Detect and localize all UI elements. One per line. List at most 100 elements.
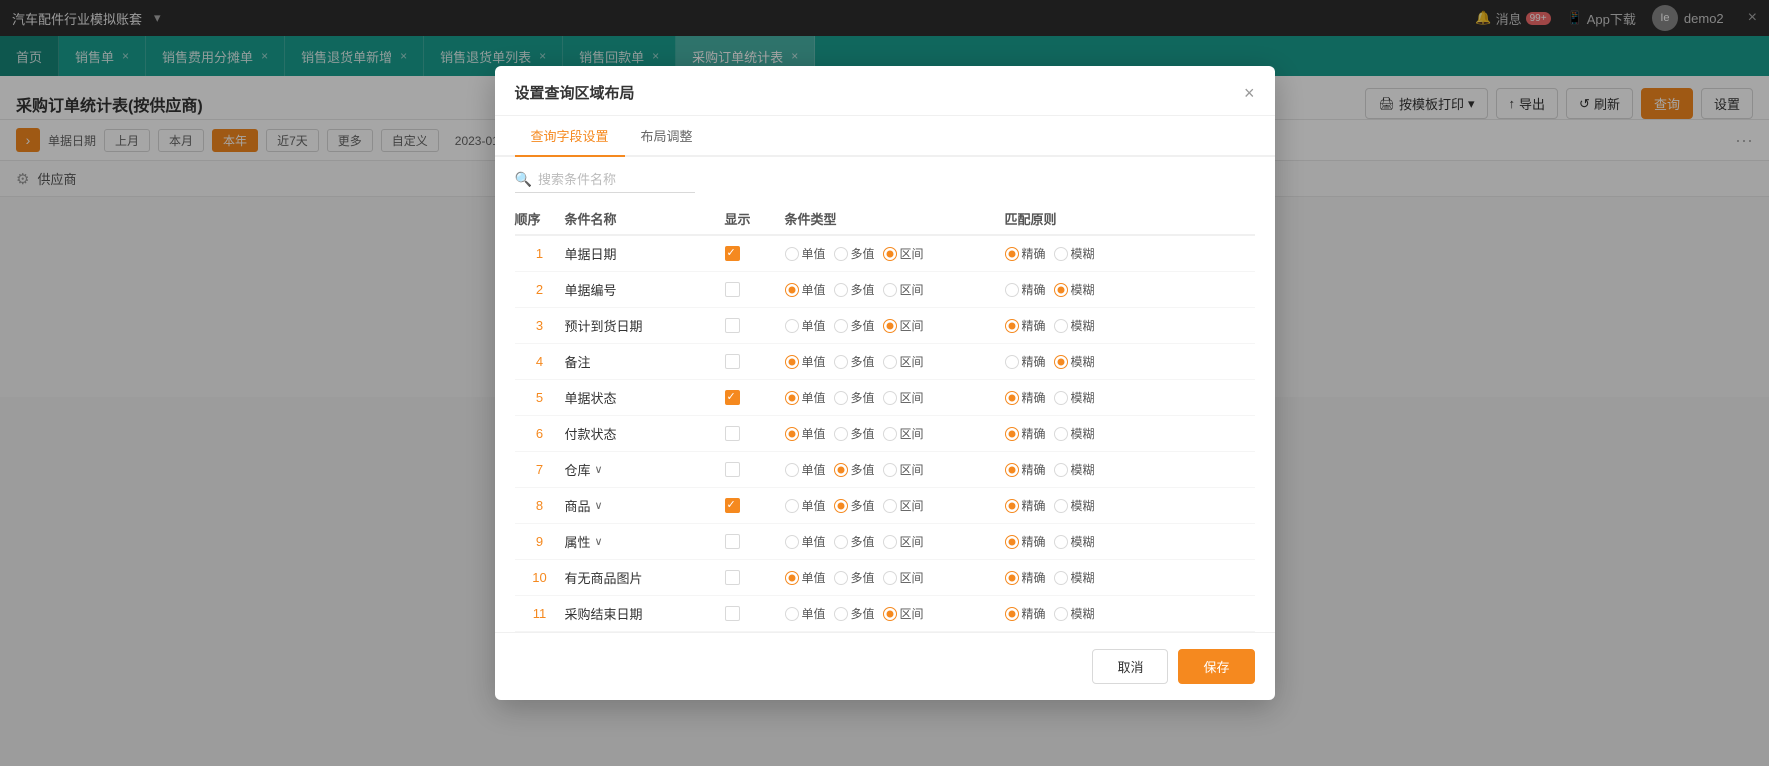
match-option-exact[interactable]: 精确 <box>1005 353 1046 370</box>
type-option-multi[interactable]: 多值 <box>834 245 875 262</box>
display-checkbox[interactable] <box>725 534 740 549</box>
match-option-fuzzy[interactable]: 模糊 <box>1054 497 1095 514</box>
match-radio[interactable] <box>1054 571 1068 585</box>
type-option-single[interactable]: 单值 <box>785 353 826 370</box>
match-radio[interactable] <box>1054 463 1068 477</box>
type-option-multi[interactable]: 多值 <box>834 569 875 586</box>
display-checkbox[interactable] <box>725 498 740 513</box>
type-option-single[interactable]: 单值 <box>785 497 826 514</box>
match-option-fuzzy[interactable]: 模糊 <box>1054 281 1095 298</box>
type-option-multi[interactable]: 多值 <box>834 461 875 478</box>
type-radio[interactable] <box>785 355 799 369</box>
type-option-multi[interactable]: 多值 <box>834 533 875 550</box>
type-option-single[interactable]: 单值 <box>785 533 826 550</box>
match-radio[interactable] <box>1054 283 1068 297</box>
type-radio[interactable] <box>883 499 897 513</box>
type-radio[interactable] <box>834 427 848 441</box>
match-radio[interactable] <box>1005 427 1019 441</box>
type-radio[interactable] <box>883 427 897 441</box>
match-option-fuzzy[interactable]: 模糊 <box>1054 353 1095 370</box>
dialog-tab-layout[interactable]: 布局调整 <box>625 116 709 157</box>
expand-icon[interactable]: ∨ <box>595 463 603 476</box>
match-option-exact[interactable]: 精确 <box>1005 317 1046 334</box>
display-checkbox[interactable] <box>725 426 740 441</box>
match-radio[interactable] <box>1005 319 1019 333</box>
type-option-multi[interactable]: 多值 <box>834 605 875 622</box>
type-option-multi[interactable]: 多值 <box>834 317 875 334</box>
type-radio[interactable] <box>785 283 799 297</box>
match-option-exact[interactable]: 精确 <box>1005 569 1046 586</box>
display-checkbox[interactable] <box>725 318 740 333</box>
type-radio[interactable] <box>785 499 799 513</box>
display-checkbox[interactable] <box>725 462 740 477</box>
type-radio[interactable] <box>785 607 799 621</box>
match-option-exact[interactable]: 精确 <box>1005 533 1046 550</box>
display-checkbox[interactable] <box>725 282 740 297</box>
display-checkbox[interactable] <box>725 354 740 369</box>
type-option-range[interactable]: 区间 <box>883 497 924 514</box>
match-radio[interactable] <box>1054 355 1068 369</box>
type-option-single[interactable]: 单值 <box>785 245 826 262</box>
type-radio[interactable] <box>834 391 848 405</box>
match-option-exact[interactable]: 精确 <box>1005 425 1046 442</box>
match-option-exact[interactable]: 精确 <box>1005 245 1046 262</box>
type-option-multi[interactable]: 多值 <box>834 281 875 298</box>
type-radio[interactable] <box>883 535 897 549</box>
match-option-fuzzy[interactable]: 模糊 <box>1054 461 1095 478</box>
type-radio[interactable] <box>883 571 897 585</box>
type-option-range[interactable]: 区间 <box>883 605 924 622</box>
match-option-exact[interactable]: 精确 <box>1005 605 1046 622</box>
match-option-fuzzy[interactable]: 模糊 <box>1054 569 1095 586</box>
type-radio[interactable] <box>785 247 799 261</box>
match-radio[interactable] <box>1054 535 1068 549</box>
type-radio[interactable] <box>883 463 897 477</box>
match-option-fuzzy[interactable]: 模糊 <box>1054 317 1095 334</box>
type-radio[interactable] <box>834 607 848 621</box>
match-option-fuzzy[interactable]: 模糊 <box>1054 245 1095 262</box>
type-option-range[interactable]: 区间 <box>883 389 924 406</box>
type-option-single[interactable]: 单值 <box>785 281 826 298</box>
match-radio[interactable] <box>1005 283 1019 297</box>
display-checkbox[interactable] <box>725 570 740 585</box>
match-radio[interactable] <box>1054 607 1068 621</box>
type-option-single[interactable]: 单值 <box>785 569 826 586</box>
type-radio[interactable] <box>834 247 848 261</box>
match-radio[interactable] <box>1005 535 1019 549</box>
match-radio[interactable] <box>1005 571 1019 585</box>
type-option-single[interactable]: 单值 <box>785 425 826 442</box>
cancel-button[interactable]: 取消 <box>1092 649 1168 684</box>
expand-icon[interactable]: ∨ <box>595 499 603 512</box>
type-radio[interactable] <box>883 283 897 297</box>
match-radio[interactable] <box>1005 607 1019 621</box>
dialog-tab-query-fields[interactable]: 查询字段设置 <box>515 116 625 157</box>
display-checkbox[interactable] <box>725 246 740 261</box>
expand-icon[interactable]: ∨ <box>595 535 603 548</box>
type-option-single[interactable]: 单值 <box>785 605 826 622</box>
type-option-range[interactable]: 区间 <box>883 317 924 334</box>
save-button[interactable]: 保存 <box>1178 649 1254 684</box>
match-option-fuzzy[interactable]: 模糊 <box>1054 605 1095 622</box>
match-option-exact[interactable]: 精确 <box>1005 497 1046 514</box>
search-input[interactable] <box>538 172 678 187</box>
type-radio[interactable] <box>785 535 799 549</box>
match-radio[interactable] <box>1054 319 1068 333</box>
type-radio[interactable] <box>834 535 848 549</box>
type-option-range[interactable]: 区间 <box>883 533 924 550</box>
match-option-exact[interactable]: 精确 <box>1005 461 1046 478</box>
display-checkbox[interactable] <box>725 390 740 405</box>
type-option-range[interactable]: 区间 <box>883 569 924 586</box>
match-option-exact[interactable]: 精确 <box>1005 389 1046 406</box>
match-radio[interactable] <box>1005 463 1019 477</box>
type-option-range[interactable]: 区间 <box>883 353 924 370</box>
type-option-single[interactable]: 单值 <box>785 389 826 406</box>
type-radio[interactable] <box>785 571 799 585</box>
dialog-close-button[interactable]: × <box>1244 84 1255 102</box>
type-radio[interactable] <box>785 319 799 333</box>
type-option-single[interactable]: 单值 <box>785 461 826 478</box>
type-radio[interactable] <box>834 499 848 513</box>
match-radio[interactable] <box>1005 247 1019 261</box>
type-option-multi[interactable]: 多值 <box>834 389 875 406</box>
display-checkbox[interactable] <box>725 606 740 621</box>
type-radio[interactable] <box>785 391 799 405</box>
type-option-multi[interactable]: 多值 <box>834 425 875 442</box>
